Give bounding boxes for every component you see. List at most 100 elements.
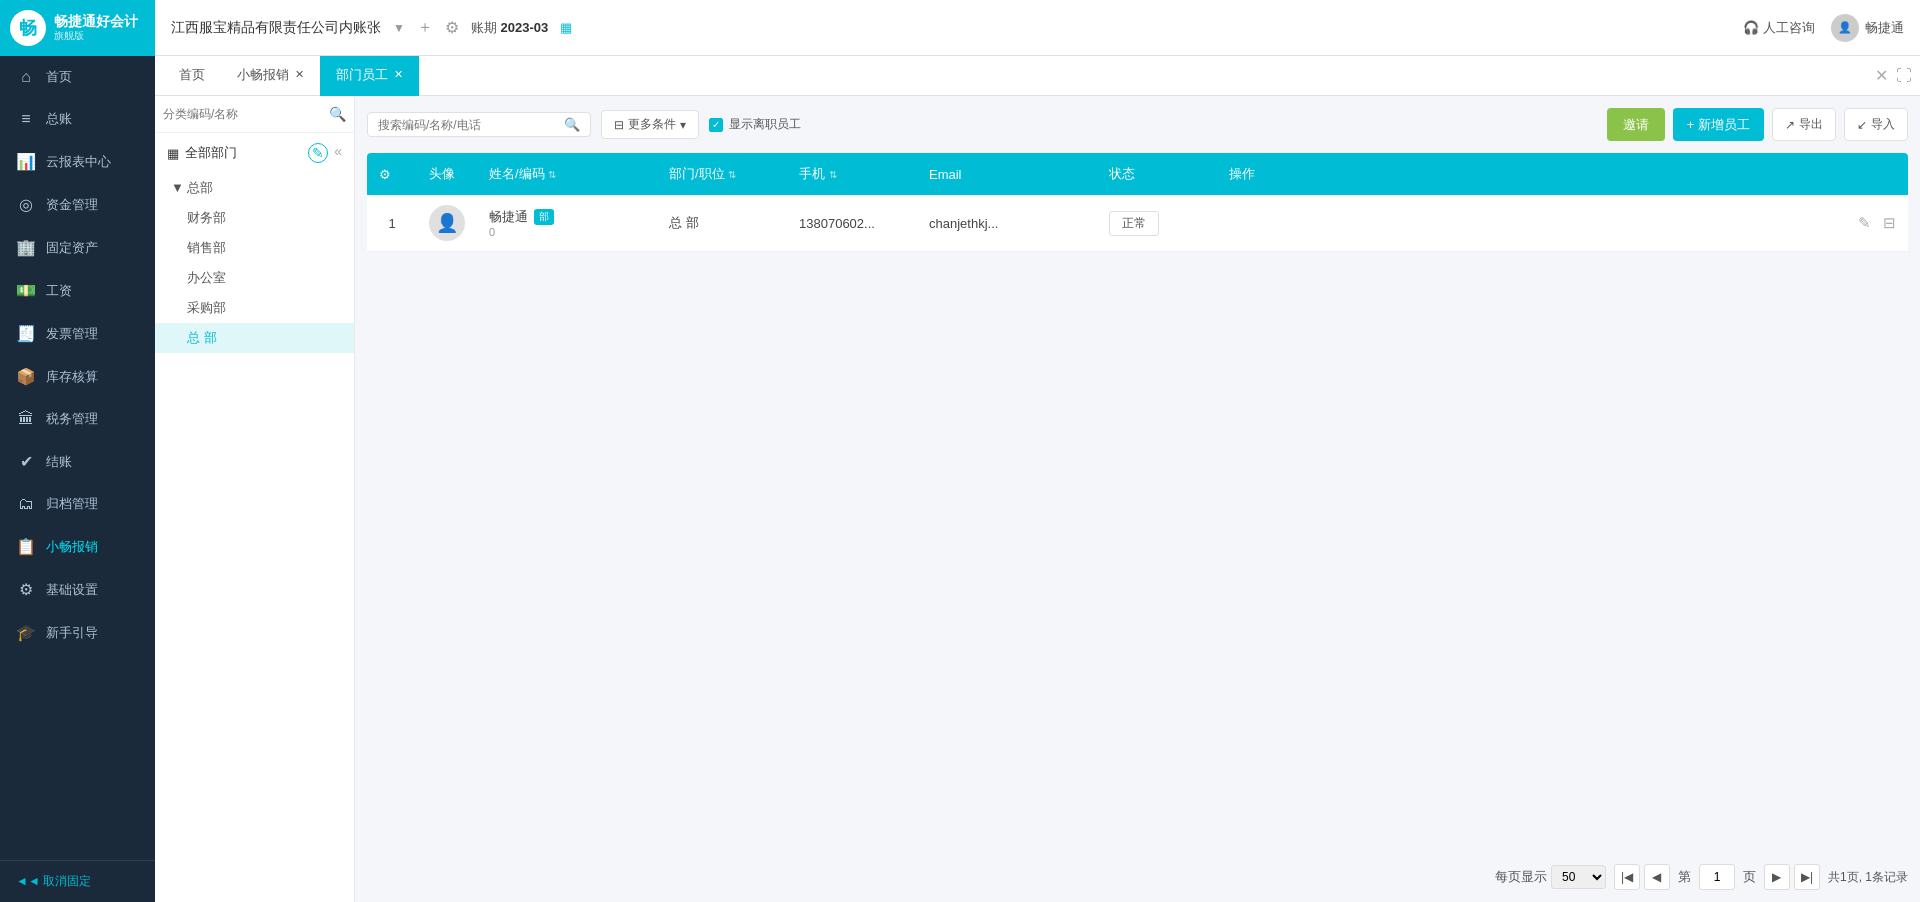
all-dept-header[interactable]: ▦ 全部部门 ✎ «: [155, 133, 354, 173]
prev-page-button[interactable]: ◀: [1644, 864, 1670, 890]
sidebar-label-inventory: 库存核算: [46, 368, 98, 386]
reports-icon: 📊: [16, 152, 36, 171]
logout-icon[interactable]: ⊟: [1883, 214, 1896, 232]
export-label: 导出: [1799, 116, 1823, 133]
tab-home[interactable]: 首页: [163, 56, 221, 96]
dept-child-finance[interactable]: 财务部: [155, 203, 354, 233]
topbar-add-icon[interactable]: ＋: [417, 17, 433, 38]
col-header-email: Email: [917, 153, 1097, 195]
last-page-button[interactable]: ▶|: [1794, 864, 1820, 890]
user-name: 畅捷通: [1865, 19, 1904, 37]
sidebar-item-expense[interactable]: 📋 小畅报销: [0, 525, 155, 568]
avatar: 👤: [429, 205, 465, 241]
invite-button[interactable]: 邀请: [1607, 108, 1665, 141]
page-number-input[interactable]: [1699, 864, 1735, 890]
dept-child-headquarters[interactable]: 总 部: [155, 323, 354, 353]
app-name: 畅捷通好会计: [54, 13, 138, 30]
employee-table-wrap: ⚙ 头像 姓名/编码 ⇅ 部门/职位 ⇅: [367, 153, 1908, 852]
sidebar-item-home[interactable]: ⌂ 首页: [0, 56, 155, 98]
per-page-select[interactable]: 50 10 20 100: [1551, 865, 1606, 889]
topbar: 江西服宝精品有限责任公司内账张 ▼ ＋ ⚙ 账期 2023-03 ▦ 🎧 人工咨…: [155, 0, 1920, 56]
sidebar-item-archive[interactable]: 🗂 归档管理: [0, 483, 155, 525]
service-button[interactable]: 🎧 人工咨询: [1743, 19, 1815, 37]
dept-collapse-icon[interactable]: «: [334, 143, 342, 163]
sidebar-item-reports[interactable]: 📊 云报表中心: [0, 140, 155, 183]
sidebar-item-salary[interactable]: 💵 工资: [0, 269, 155, 312]
row-num: 1: [367, 195, 417, 252]
filter-button[interactable]: ⊟ 更多条件 ▾: [601, 110, 699, 139]
employee-search-input[interactable]: [378, 118, 558, 132]
export-button[interactable]: ↗ 导出: [1772, 108, 1836, 141]
app-logo: 畅 畅捷通好会计 旗舰版: [0, 0, 155, 56]
dept-child-purchase[interactable]: 采购部: [155, 293, 354, 323]
col-header-phone[interactable]: 手机 ⇅: [787, 153, 917, 195]
sidebar-item-assets[interactable]: 🏢 固定资产: [0, 226, 155, 269]
user-menu[interactable]: 👤 畅捷通: [1831, 14, 1904, 42]
headset-icon: 🎧: [1743, 20, 1759, 35]
tab-expense-close[interactable]: ✕: [295, 68, 304, 81]
sort-name-icon: ⇅: [548, 169, 556, 180]
dept-child-sales[interactable]: 销售部: [155, 233, 354, 263]
first-page-button[interactable]: |◀: [1614, 864, 1640, 890]
row-phone: 138070602...: [787, 195, 917, 252]
sidebar-toggle-label: ◄◄ 取消固定: [16, 873, 91, 890]
employee-table: ⚙ 头像 姓名/编码 ⇅ 部门/职位 ⇅: [367, 153, 1908, 252]
tabs-actions: ✕ ⛶: [1875, 66, 1912, 85]
add-employee-button[interactable]: + 新增员工: [1673, 108, 1764, 141]
salary-icon: 💵: [16, 281, 36, 300]
tab-expense-label: 小畅报销: [237, 66, 289, 84]
col-header-settings[interactable]: ⚙: [367, 153, 417, 195]
pagination-bar: 每页显示 50 10 20 100 |◀ ◀ 第 页 ▶ ▶|: [367, 852, 1908, 890]
home-icon: ⌂: [16, 68, 36, 86]
import-button[interactable]: ↙ 导入: [1844, 108, 1908, 141]
sidebar-item-inventory[interactable]: 📦 库存核算: [0, 355, 155, 398]
dept-child-office[interactable]: 办公室: [155, 263, 354, 293]
table-row: 1 👤 畅捷通 部 0: [367, 195, 1908, 252]
dept-search-box: 🔍: [155, 96, 354, 133]
sort-phone-icon: ⇅: [829, 169, 837, 180]
sidebar-item-funds[interactable]: ◎ 资金管理: [0, 183, 155, 226]
col-header-dept[interactable]: 部门/职位 ⇅: [657, 153, 787, 195]
employee-search-icon[interactable]: 🔍: [564, 117, 580, 132]
sidebar-item-invoice[interactable]: 🧾 发票管理: [0, 312, 155, 355]
company-dropdown-icon[interactable]: ▼: [393, 21, 405, 35]
content-area: 🔍 ▦ 全部部门 ✎ « ▼ 总部 财务部 销售部 办公室 采购部 总 部: [155, 96, 1920, 902]
sidebar-item-basic[interactable]: ⚙ 基础设置: [0, 568, 155, 611]
sidebar-item-guide[interactable]: 🎓 新手引导: [0, 611, 155, 654]
calendar-icon[interactable]: ▦: [560, 20, 572, 35]
edit-icon[interactable]: ✎: [1858, 214, 1871, 232]
col-header-name[interactable]: 姓名/编码 ⇅: [477, 153, 657, 195]
op-icons-group: ✎ ⊟: [1229, 214, 1896, 232]
sidebar-label-invoice: 发票管理: [46, 325, 98, 343]
sidebar-item-tax[interactable]: 🏛 税务管理: [0, 398, 155, 440]
assets-icon: 🏢: [16, 238, 36, 257]
dept-search-icon[interactable]: 🔍: [329, 106, 346, 122]
tab-expand-icon[interactable]: ⛶: [1896, 67, 1912, 85]
sidebar-label-basic: 基础设置: [46, 581, 98, 599]
show-resigned-checkbox[interactable]: ✓: [709, 118, 723, 132]
filter-label: 更多条件: [628, 116, 676, 133]
sidebar-label-tax: 税务管理: [46, 410, 98, 428]
inventory-icon: 📦: [16, 367, 36, 386]
export-icon: ↗: [1785, 118, 1795, 132]
tab-expense[interactable]: 小畅报销 ✕: [221, 56, 320, 96]
tab-close-icon[interactable]: ✕: [1875, 66, 1888, 85]
tabs-bar: 首页 小畅报销 ✕ 部门员工 ✕ ✕ ⛶: [155, 56, 1920, 96]
checkout-icon: ✔: [16, 452, 36, 471]
topbar-settings-icon[interactable]: ⚙: [445, 18, 459, 37]
dept-header-actions: ✎ «: [308, 143, 342, 163]
dept-search-input[interactable]: [163, 107, 323, 121]
sidebar: 畅 畅捷通好会计 旗舰版 ⌂ 首页 ≡ 总账 📊 云报表中心 ◎ 资金管理 🏢 …: [0, 0, 155, 902]
dept-edit-icon[interactable]: ✎: [308, 143, 328, 163]
sidebar-item-ledger[interactable]: ≡ 总账: [0, 98, 155, 140]
toolbar-right: 邀请 + 新增员工 ↗ 导出 ↙ 导入: [1607, 108, 1908, 141]
tax-icon: 🏛: [16, 410, 36, 428]
next-page-button[interactable]: ▶: [1764, 864, 1790, 890]
sidebar-item-checkout[interactable]: ✔ 结账: [0, 440, 155, 483]
sidebar-toggle[interactable]: ◄◄ 取消固定: [0, 860, 155, 902]
tab-dept-staff[interactable]: 部门员工 ✕: [320, 56, 419, 96]
dept-parent-head[interactable]: ▼ 总部: [155, 173, 354, 203]
archive-icon: 🗂: [16, 495, 36, 513]
tab-dept-staff-close[interactable]: ✕: [394, 68, 403, 81]
show-resigned-toggle[interactable]: ✓ 显示离职员工: [709, 116, 801, 133]
